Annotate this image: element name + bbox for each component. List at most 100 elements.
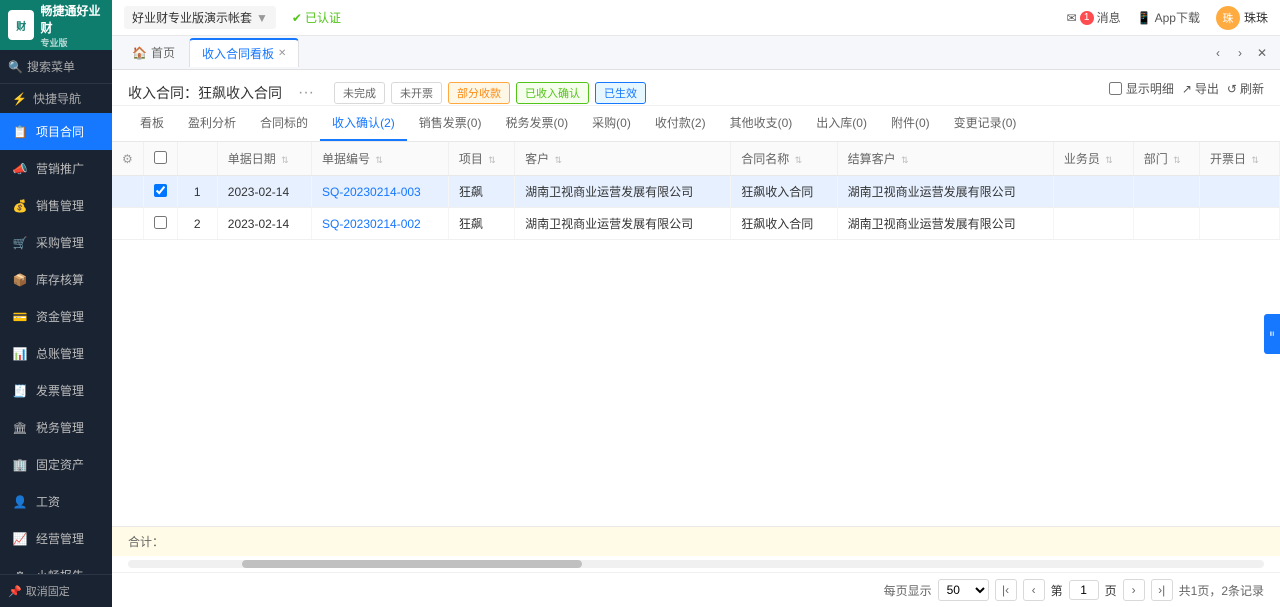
col-header-number[interactable]: 单据编号 ⇅ xyxy=(311,142,448,176)
sort-project-icon[interactable]: ⇅ xyxy=(488,155,496,165)
col-header-open-date[interactable]: 开票日 ⇅ xyxy=(1199,142,1279,176)
row-checkbox-cell[interactable] xyxy=(143,208,177,240)
status-partial-payment[interactable]: 部分收款 xyxy=(448,82,510,104)
col-header-date[interactable]: 单据日期 ⇅ xyxy=(217,142,311,176)
show-detail-checkbox[interactable]: 显示明细 xyxy=(1109,80,1174,97)
status-not-invoiced[interactable]: 未开票 xyxy=(391,82,442,104)
scroll-track xyxy=(128,560,1264,568)
sub-tab-contract-subject[interactable]: 合同标的 xyxy=(248,106,320,141)
col-header-salesperson[interactable]: 业务员 ⇅ xyxy=(1053,142,1133,176)
col-header-project[interactable]: 项目 ⇅ xyxy=(448,142,514,176)
sub-tab-tax-invoice[interactable]: 税务发票(0) xyxy=(493,106,580,141)
sidebar-item-marketing[interactable]: 📣 营销推广 xyxy=(0,150,112,187)
search-icon: 🔍 xyxy=(8,60,23,74)
sub-tab-sales-invoice[interactable]: 销售发票(0) xyxy=(407,106,494,141)
export-icon: ↗ xyxy=(1182,82,1192,96)
sort-settle-icon[interactable]: ⇅ xyxy=(901,155,909,165)
sort-customer-icon[interactable]: ⇅ xyxy=(555,155,563,165)
sub-tab-other-income[interactable]: 其他收支(0) xyxy=(718,106,805,141)
sub-tab-change-log[interactable]: 变更记录(0) xyxy=(942,106,1029,141)
sort-dept-icon[interactable]: ⇅ xyxy=(1173,155,1181,165)
user-area[interactable]: 珠 珠珠 xyxy=(1216,6,1268,30)
sidebar-item-project[interactable]: 📋 项目合同 xyxy=(0,113,112,150)
status-revenue-confirmed[interactable]: 已收入确认 xyxy=(516,82,589,104)
row-gear xyxy=(112,176,143,208)
sub-tab-purchase[interactable]: 采购(0) xyxy=(580,106,643,141)
col-header-department[interactable]: 部门 ⇅ xyxy=(1133,142,1199,176)
sub-tab-payment[interactable]: 收付款(2) xyxy=(643,106,718,141)
refresh-button[interactable]: ↺ 刷新 xyxy=(1227,80,1264,97)
sidebar-item-fixed[interactable]: 🏢 固定资产 xyxy=(0,446,112,483)
status-effective[interactable]: 已生效 xyxy=(595,82,646,104)
sidebar-item-purchase[interactable]: 🛒 采购管理 xyxy=(0,224,112,261)
row-checkbox[interactable] xyxy=(154,184,167,197)
lightning-icon: ⚡ xyxy=(12,92,27,106)
col-header-settle-customer[interactable]: 结算客户 ⇅ xyxy=(837,142,1053,176)
page-input[interactable] xyxy=(1069,580,1099,600)
detail-checkbox-input[interactable] xyxy=(1109,82,1122,95)
sub-tab-attachment[interactable]: 附件(0) xyxy=(879,106,942,141)
col-header-customer[interactable]: 客户 ⇅ xyxy=(515,142,731,176)
table-row[interactable]: 2 2023-02-14 SQ-20230214-002 狂飙 湖南卫视商业运营… xyxy=(112,208,1280,240)
more-button[interactable]: ··· xyxy=(298,84,314,102)
order-link[interactable]: SQ-20230214-002 xyxy=(322,217,421,231)
sort-sales-icon[interactable]: ⇅ xyxy=(1105,155,1113,165)
first-page-button[interactable]: |‹ xyxy=(995,579,1017,601)
sort-date-icon[interactable]: ⇅ xyxy=(281,155,289,165)
table-row[interactable]: 1 2023-02-14 SQ-20230214-003 狂飙 湖南卫视商业运营… xyxy=(112,176,1280,208)
next-page-button[interactable]: › xyxy=(1123,579,1145,601)
close-tab-button[interactable]: ✕ xyxy=(1252,43,1272,63)
tab-income-contract[interactable]: 收入合同看板 ✕ xyxy=(189,38,299,67)
row-number[interactable]: SQ-20230214-003 xyxy=(311,176,448,208)
search-menu[interactable]: 🔍 搜索菜单 xyxy=(0,50,112,84)
sidebar-item-sales[interactable]: 💰 销售管理 xyxy=(0,187,112,224)
pagination: 每页显示 50 20 100 |‹ ‹ 第 页 › ›| 共1页，2条记录 xyxy=(112,572,1280,607)
quick-nav[interactable]: ⚡ 快捷导航 xyxy=(0,84,112,113)
sub-tab-revenue-confirm[interactable]: 收入确认(2) xyxy=(320,106,407,141)
next-tab-button[interactable]: › xyxy=(1230,43,1250,63)
row-settle-customer: 湖南卫视商业运营发展有限公司 xyxy=(837,176,1053,208)
sidebar-item-inventory[interactable]: 📦 库存核算 xyxy=(0,261,112,298)
refresh-icon: ↺ xyxy=(1227,82,1237,96)
sub-tab-warehouse[interactable]: 出入库(0) xyxy=(804,106,879,141)
page-header-actions: 显示明细 ↗ 导出 ↺ 刷新 xyxy=(1109,80,1264,105)
prev-tab-button[interactable]: ‹ xyxy=(1208,43,1228,63)
sidebar-item-tax[interactable]: 🏛 税务管理 xyxy=(0,409,112,446)
company-selector[interactable]: 好业财专业版演示帐套 ▼ xyxy=(124,6,276,29)
app-download-button[interactable]: 📱 App下载 xyxy=(1137,9,1200,26)
row-number[interactable]: SQ-20230214-002 xyxy=(311,208,448,240)
row-checkbox[interactable] xyxy=(154,216,167,229)
marketing-icon: 📣 xyxy=(12,161,28,177)
sort-number-icon[interactable]: ⇅ xyxy=(375,155,383,165)
export-button[interactable]: ↗ 导出 xyxy=(1182,80,1219,97)
col-header-check[interactable] xyxy=(143,142,177,176)
sidebar-item-hr[interactable]: 👤 工资 xyxy=(0,483,112,520)
order-link[interactable]: SQ-20230214-003 xyxy=(322,185,421,199)
tab-close-icon[interactable]: ✕ xyxy=(278,48,286,59)
unpin-button[interactable]: 📌 取消固定 xyxy=(0,574,112,607)
per-page-select[interactable]: 50 20 100 xyxy=(938,579,989,601)
horizontal-scrollbar[interactable] xyxy=(112,556,1280,572)
tab-home[interactable]: 🏠 首页 xyxy=(120,39,187,66)
scroll-thumb[interactable] xyxy=(242,560,583,568)
col-header-gear[interactable]: ⚙ xyxy=(112,142,143,176)
sidebar-item-report[interactable]: ⚙ 小畅报告 xyxy=(0,557,112,574)
sidebar-item-invoice[interactable]: 🧾 发票管理 xyxy=(0,372,112,409)
sidebar-item-general[interactable]: 📊 总账管理 xyxy=(0,335,112,372)
tab-nav-controls: ‹ › ✕ xyxy=(1208,43,1272,63)
col-header-contract[interactable]: 合同名称 ⇅ xyxy=(731,142,837,176)
sort-contract-icon[interactable]: ⇅ xyxy=(795,155,803,165)
select-all-checkbox[interactable] xyxy=(154,151,167,164)
last-page-button[interactable]: ›| xyxy=(1151,579,1173,601)
sidebar-item-mgmt[interactable]: 📈 经营管理 xyxy=(0,520,112,557)
row-checkbox-cell[interactable] xyxy=(143,176,177,208)
sub-tab-board[interactable]: 看板 xyxy=(128,106,176,141)
message-button[interactable]: ✉ 1 消息 xyxy=(1067,9,1121,26)
prev-page-button[interactable]: ‹ xyxy=(1023,579,1045,601)
sub-tab-profit[interactable]: 盈利分析 xyxy=(176,106,248,141)
right-panel-toggle[interactable]: ≡ xyxy=(1264,314,1280,354)
status-not-complete[interactable]: 未完成 xyxy=(334,82,385,104)
sidebar-item-funds[interactable]: 💳 资金管理 xyxy=(0,298,112,335)
sort-open-date-icon[interactable]: ⇅ xyxy=(1251,155,1259,165)
gear-icon[interactable]: ⚙ xyxy=(122,152,133,166)
